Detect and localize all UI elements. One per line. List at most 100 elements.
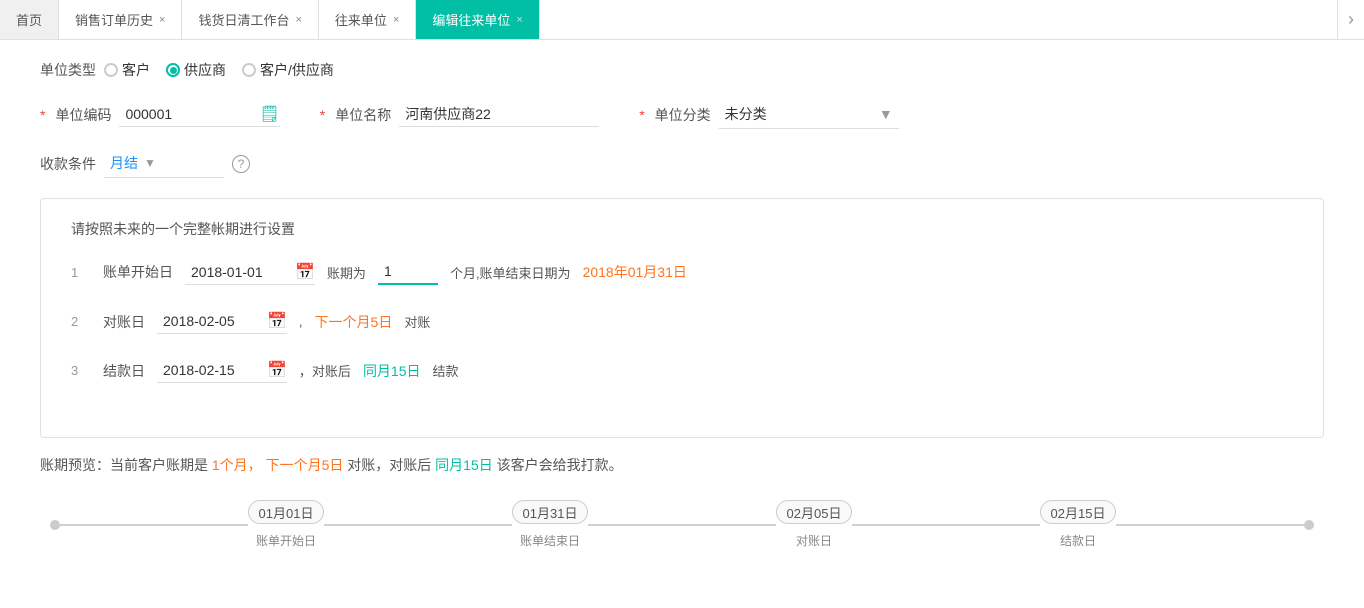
chevron-right-icon: ›: [1348, 9, 1354, 30]
unit-category-value: 未分类: [725, 104, 767, 124]
unit-code-star: *: [40, 107, 45, 123]
timeline-node-1: 01月01日 账单开始日: [248, 500, 324, 549]
tab-sales-history[interactable]: 销售订单历史 ×: [59, 0, 182, 39]
unit-code-input-wrapper: 🗒: [119, 102, 279, 127]
timeline: 01月01日 账单开始日 01月31日 账单结束日 02月05日: [40, 500, 1324, 549]
period-num-3: 3: [71, 363, 91, 378]
period-end-date: 2018年01月31日: [583, 262, 687, 282]
period-date-1-cal-icon[interactable]: 📅: [295, 262, 315, 282]
unit-code-label: 单位编码: [55, 105, 111, 125]
period-date-2-wrapper: 📅: [157, 309, 287, 334]
unit-name-label: 单位名称: [335, 105, 391, 125]
period-date-2-cal-icon[interactable]: 📅: [267, 311, 287, 331]
period-date-1-input[interactable]: [185, 260, 295, 284]
tab-cash-workbench[interactable]: 钱货日清工作台 ×: [182, 0, 318, 39]
unit-code-input[interactable]: [119, 102, 259, 126]
timeline-node-4-circle: 02月15日: [1040, 500, 1116, 524]
period-label-3: 结款日: [103, 361, 145, 381]
period-box: 请按照未来的一个完整帐期进行设置 1 账单开始日 📅 账期为 个月,账单结束日期…: [40, 198, 1324, 438]
tab-edit-partner[interactable]: 编辑往来单位 ×: [416, 0, 539, 39]
radio-customer-label: 客户: [122, 60, 150, 80]
period-num-2: 2: [71, 314, 91, 329]
period-row-2: 2 对账日 📅 , 下一个月5日 对账: [71, 309, 1293, 334]
period-reconcile-suffix: 对账: [404, 312, 430, 331]
tab-sales-history-close[interactable]: ×: [159, 14, 165, 26]
period-date-3-cal-icon[interactable]: 📅: [267, 360, 287, 380]
help-icon[interactable]: ?: [232, 155, 250, 173]
preview-section: 账期预览：当前客户账期是 1个月， 下一个月5日 对账，对账后 同月15日 该客…: [40, 454, 1324, 476]
tab-partner-units-close[interactable]: ×: [393, 14, 399, 26]
preview-teal: 同月15日: [435, 457, 493, 473]
payment-condition-select[interactable]: 月结 ▼: [104, 149, 224, 178]
unit-name-group: * 单位名称: [320, 102, 599, 127]
timeline-node-2-label: 账单结束日: [520, 532, 580, 549]
period-desc-1-suffix: 个月,账单结束日期为: [450, 263, 571, 282]
preview-orange1: 1个月，: [212, 457, 262, 473]
timeline-node-1-label: 账单开始日: [256, 532, 316, 549]
timeline-node-4: 02月15日 结款日: [1040, 500, 1116, 549]
timeline-node-3-label: 对账日: [796, 532, 832, 549]
period-row-1: 1 账单开始日 📅 账期为 个月,账单结束日期为 2018年01月31日: [71, 259, 1293, 285]
period-label-1: 账单开始日: [103, 262, 173, 282]
period-desc-3-prefix: ，对账后: [299, 361, 351, 380]
unit-type-group: 单位类型 客户 供应商 客户/供应商: [40, 60, 334, 80]
unit-type-row: 单位类型 客户 供应商 客户/供应商: [40, 60, 1324, 80]
radio-both[interactable]: 客户/供应商: [242, 60, 334, 80]
payment-condition-arrow: ▼: [144, 156, 156, 170]
tab-bar: 首页 销售订单历史 × 钱货日清工作台 × 往来单位 × 编辑往来单位 × ›: [0, 0, 1364, 40]
period-reconcile-highlight: 下一个月5日: [315, 312, 393, 332]
unit-category-select[interactable]: 未分类 ▼: [719, 100, 899, 129]
unit-category-group: * 单位分类 未分类 ▼: [639, 100, 898, 129]
period-date-2-input[interactable]: [157, 309, 267, 333]
tab-edit-partner-label: 编辑往来单位: [432, 10, 510, 29]
radio-supplier[interactable]: 供应商: [166, 60, 226, 80]
period-date-3-input[interactable]: [157, 358, 267, 382]
tab-edit-partner-close[interactable]: ×: [516, 14, 522, 26]
period-row-3: 3 结款日 📅 ，对账后 同月15日 结款: [71, 358, 1293, 383]
timeline-node-1-date: 01月01日: [259, 503, 314, 522]
timeline-node-3-circle: 02月05日: [776, 500, 852, 524]
payment-condition-group: 收款条件 月结 ▼ ?: [40, 149, 250, 178]
payment-condition-row: 收款条件 月结 ▼ ?: [40, 149, 1324, 178]
timeline-segment-0: [60, 524, 248, 526]
unit-category-star: *: [639, 107, 644, 123]
timeline-node-2-date: 01月31日: [523, 503, 578, 522]
timeline-node-3-date: 02月05日: [787, 503, 842, 522]
radio-both-label: 客户/供应商: [260, 60, 334, 80]
tab-more-button[interactable]: ›: [1337, 0, 1364, 39]
timeline-node-1-circle: 01月01日: [248, 500, 324, 524]
unit-type-radio-group: 客户 供应商 客户/供应商: [104, 60, 334, 80]
period-desc-2: ,: [299, 314, 303, 329]
preview-middle: 对账，对账后: [347, 457, 435, 473]
tab-home[interactable]: 首页: [0, 0, 59, 39]
timeline-left-endpoint: [50, 520, 60, 530]
tab-sales-history-label: 销售订单历史: [75, 10, 153, 29]
preview-suffix: 该客户会给我打款。: [497, 457, 623, 473]
period-months-input[interactable]: [378, 259, 438, 285]
tab-home-label: 首页: [16, 10, 42, 29]
unit-info-row: * 单位编码 🗒 * 单位名称 * 单位分类 未分类 ▼: [40, 100, 1324, 129]
timeline-segment-4: [1116, 524, 1304, 526]
preview-orange2: 下一个月5日: [266, 457, 344, 473]
period-box-title: 请按照未来的一个完整帐期进行设置: [71, 219, 1293, 239]
period-date-1-wrapper: 📅: [185, 260, 315, 285]
unit-name-star: *: [320, 107, 325, 123]
payment-condition-value: 月结: [110, 153, 138, 173]
unit-name-input[interactable]: [399, 102, 599, 127]
period-num-1: 1: [71, 265, 91, 280]
radio-supplier-label: 供应商: [184, 60, 226, 80]
period-label-2: 对账日: [103, 312, 145, 332]
timeline-node-3: 02月05日 对账日: [776, 500, 852, 549]
radio-customer[interactable]: 客户: [104, 60, 150, 80]
unit-category-label: 单位分类: [655, 105, 711, 125]
timeline-node-4-label: 结款日: [1060, 532, 1096, 549]
timeline-segment-2: [588, 524, 776, 526]
unit-category-arrow: ▼: [879, 106, 893, 122]
unit-type-label: 单位类型: [40, 60, 96, 80]
timeline-node-4-date: 02月15日: [1051, 503, 1106, 522]
preview-prefix: 账期预览：当前客户账期是: [40, 457, 208, 473]
tab-partner-units[interactable]: 往来单位 ×: [319, 0, 416, 39]
tab-cash-workbench-close[interactable]: ×: [295, 14, 301, 26]
tab-cash-workbench-label: 钱货日清工作台: [198, 10, 289, 29]
unit-code-icon[interactable]: 🗒: [259, 104, 279, 124]
